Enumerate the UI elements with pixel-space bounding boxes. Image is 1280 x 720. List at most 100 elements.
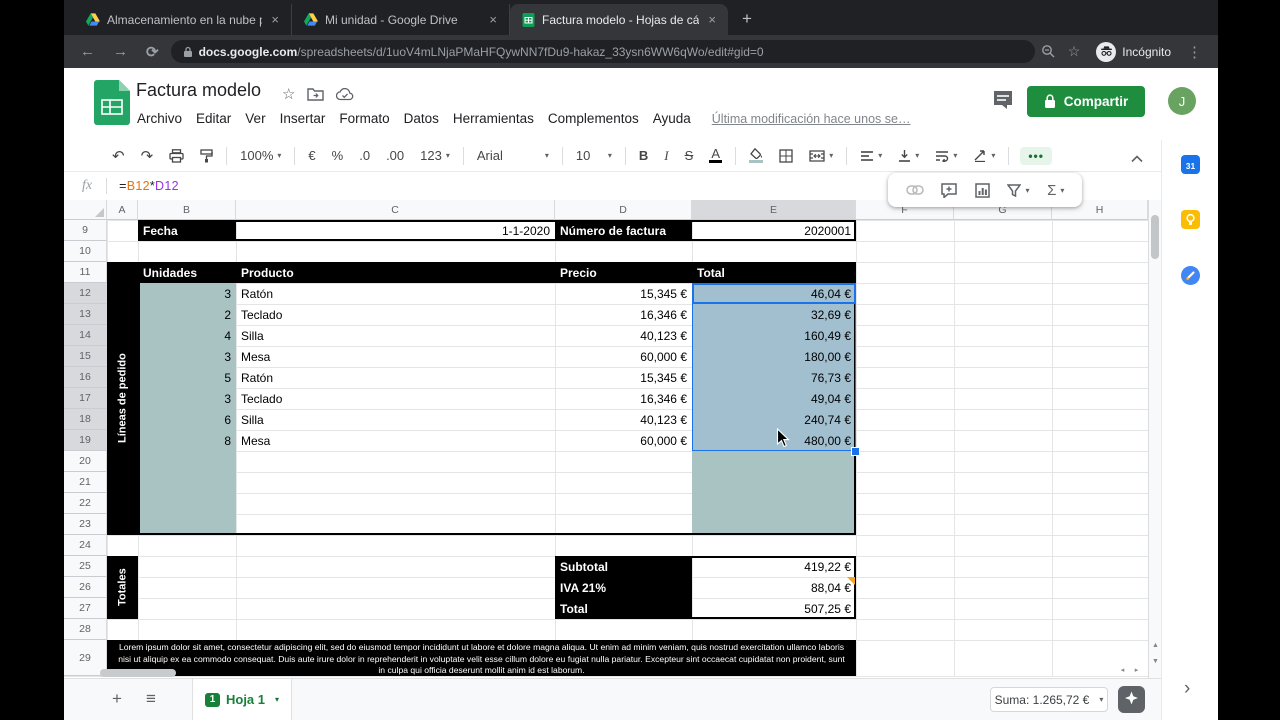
avatar[interactable]: J: [1168, 87, 1196, 115]
formula-input[interactable]: =B12*D12: [119, 179, 179, 193]
comment-history-icon[interactable]: [992, 90, 1014, 110]
cell-D19[interactable]: 60,000 €: [555, 430, 692, 451]
bookmark-star-icon[interactable]: ☆: [1062, 43, 1087, 60]
browser-tab-3[interactable]: Factura modelo - Hojas de cálc ×: [510, 4, 728, 35]
cloud-status-icon[interactable]: [336, 87, 354, 101]
cell-B16[interactable]: 5: [138, 367, 236, 388]
scroll-right-icon[interactable]: ▸: [1130, 666, 1143, 674]
font-select[interactable]: Arial ▾: [469, 148, 557, 163]
menu-ayuda[interactable]: Ayuda: [646, 108, 698, 129]
share-button[interactable]: Compartir: [1027, 86, 1145, 117]
cell-D27[interactable]: Total: [555, 598, 692, 619]
menu-datos[interactable]: Datos: [397, 108, 446, 129]
cell-E21[interactable]: [692, 472, 856, 493]
row-header-26[interactable]: 26: [64, 577, 107, 598]
star-document-icon[interactable]: ☆: [282, 85, 295, 103]
cell-D25[interactable]: Subtotal: [555, 556, 692, 577]
bold-button[interactable]: B: [631, 148, 656, 163]
cell-D17[interactable]: 16,346 €: [555, 388, 692, 409]
cell-C19[interactable]: Mesa: [236, 430, 555, 451]
table-header-total[interactable]: Total: [692, 262, 856, 283]
cell-B23[interactable]: [138, 514, 236, 535]
menu-herramientas[interactable]: Herramientas: [446, 108, 541, 129]
cell-B19[interactable]: 8: [138, 430, 236, 451]
column-header-E[interactable]: E: [692, 200, 856, 220]
toolbar-more-button[interactable]: •••: [1020, 146, 1052, 165]
cell-C15[interactable]: Mesa: [236, 346, 555, 367]
all-sheets-button[interactable]: ≡: [146, 689, 156, 709]
cell-E18[interactable]: 240,74 €: [692, 409, 856, 430]
vertical-scrollbar[interactable]: ▲ ▼: [1148, 200, 1161, 678]
cell-E12[interactable]: 46,04 €: [692, 283, 856, 304]
row-header-13[interactable]: 13: [64, 304, 107, 325]
row-header-24[interactable]: 24: [64, 535, 107, 556]
row-header-22[interactable]: 22: [64, 493, 107, 514]
cell-C17[interactable]: Teclado: [236, 388, 555, 409]
insert-comment-icon[interactable]: [941, 182, 957, 198]
menu-complementos[interactable]: Complementos: [541, 108, 646, 129]
horizontal-scrollbar-thumb[interactable]: [100, 669, 176, 677]
browser-menu-icon[interactable]: ⋮: [1181, 43, 1208, 61]
italic-button[interactable]: I: [656, 148, 676, 164]
row-header-11[interactable]: 11: [64, 262, 107, 283]
cell-E15[interactable]: 180,00 €: [692, 346, 856, 367]
paint-format-icon[interactable]: [192, 148, 221, 163]
scroll-up-icon[interactable]: ▲: [1149, 642, 1161, 649]
cell-E13[interactable]: 32,69 €: [692, 304, 856, 325]
row-header-28[interactable]: 28: [64, 619, 107, 640]
address-bar[interactable]: docs.google.com/spreadsheets/d/1uoV4mLNj…: [170, 40, 1035, 63]
row-header-10[interactable]: 10: [64, 241, 107, 262]
column-header-A[interactable]: A: [107, 200, 138, 220]
decrease-decimal-button[interactable]: .0: [351, 148, 378, 163]
explore-button[interactable]: [1118, 686, 1145, 713]
column-header-D[interactable]: D: [555, 200, 692, 220]
cell-D26[interactable]: IVA 21%: [555, 577, 692, 598]
row-header-16[interactable]: 16: [64, 367, 107, 388]
cell-E23[interactable]: [692, 514, 856, 535]
table-header-producto[interactable]: Producto: [236, 262, 555, 283]
insert-chart-icon[interactable]: [975, 182, 990, 198]
row-header-20[interactable]: 20: [64, 451, 107, 472]
table-header-precio[interactable]: Precio: [555, 262, 692, 283]
sheet-tab[interactable]: 1 Hoja 1 ▾: [192, 679, 292, 720]
cell-B17[interactable]: 3: [138, 388, 236, 409]
cell-B9[interactable]: Fecha: [138, 220, 236, 241]
move-folder-icon[interactable]: [307, 87, 325, 101]
merge-cells-button[interactable]: ▾: [801, 149, 841, 162]
cell-B20[interactable]: [138, 451, 236, 472]
cell-E27[interactable]: 507,25 €: [692, 598, 856, 619]
cell-E14[interactable]: 160,49 €: [692, 325, 856, 346]
cell-E26[interactable]: 88,04 €: [692, 577, 856, 598]
cell-E17[interactable]: 49,04 €: [692, 388, 856, 409]
cell-E20[interactable]: [692, 451, 856, 472]
increase-decimal-button[interactable]: .00: [378, 148, 412, 163]
zoom-icon[interactable]: [1041, 44, 1056, 59]
cell-C14[interactable]: Silla: [236, 325, 555, 346]
cell-E25[interactable]: 419,22 €: [692, 556, 856, 577]
cell-C13[interactable]: Teclado: [236, 304, 555, 325]
format-currency-button[interactable]: €: [300, 148, 323, 163]
cell-C18[interactable]: Silla: [236, 409, 555, 430]
select-all-corner[interactable]: [64, 200, 107, 220]
browser-tab-2[interactable]: Mi unidad - Google Drive ×: [292, 4, 510, 35]
row-header-27[interactable]: 27: [64, 598, 107, 619]
print-icon[interactable]: [161, 148, 192, 163]
insert-link-icon[interactable]: [905, 185, 924, 195]
cell-B22[interactable]: [138, 493, 236, 514]
cell-B13[interactable]: 2: [138, 304, 236, 325]
add-sheet-button[interactable]: +: [112, 689, 122, 709]
cell-D12[interactable]: 15,345 €: [555, 283, 692, 304]
spreadsheet-grid[interactable]: A B C D E F G H 9 10 11 12 13 14 15 16 17 18 19 20 21 22 23 24 2…: [64, 200, 1161, 678]
menu-editar[interactable]: Editar: [189, 108, 238, 129]
cell-D18[interactable]: 40,123 €: [555, 409, 692, 430]
row-header-18[interactable]: 18: [64, 409, 107, 430]
table-header-unidades[interactable]: Unidades: [138, 262, 236, 283]
undo-icon[interactable]: ↶: [104, 147, 133, 165]
column-header-B[interactable]: B: [138, 200, 236, 220]
filter-icon[interactable]: ▾: [1007, 183, 1029, 197]
text-wrap-button[interactable]: ▾: [927, 150, 965, 162]
sheet-menu-caret-icon[interactable]: ▾: [275, 695, 279, 704]
cell-D14[interactable]: 40,123 €: [555, 325, 692, 346]
row-header-23[interactable]: 23: [64, 514, 107, 535]
close-icon[interactable]: ×: [487, 12, 499, 27]
